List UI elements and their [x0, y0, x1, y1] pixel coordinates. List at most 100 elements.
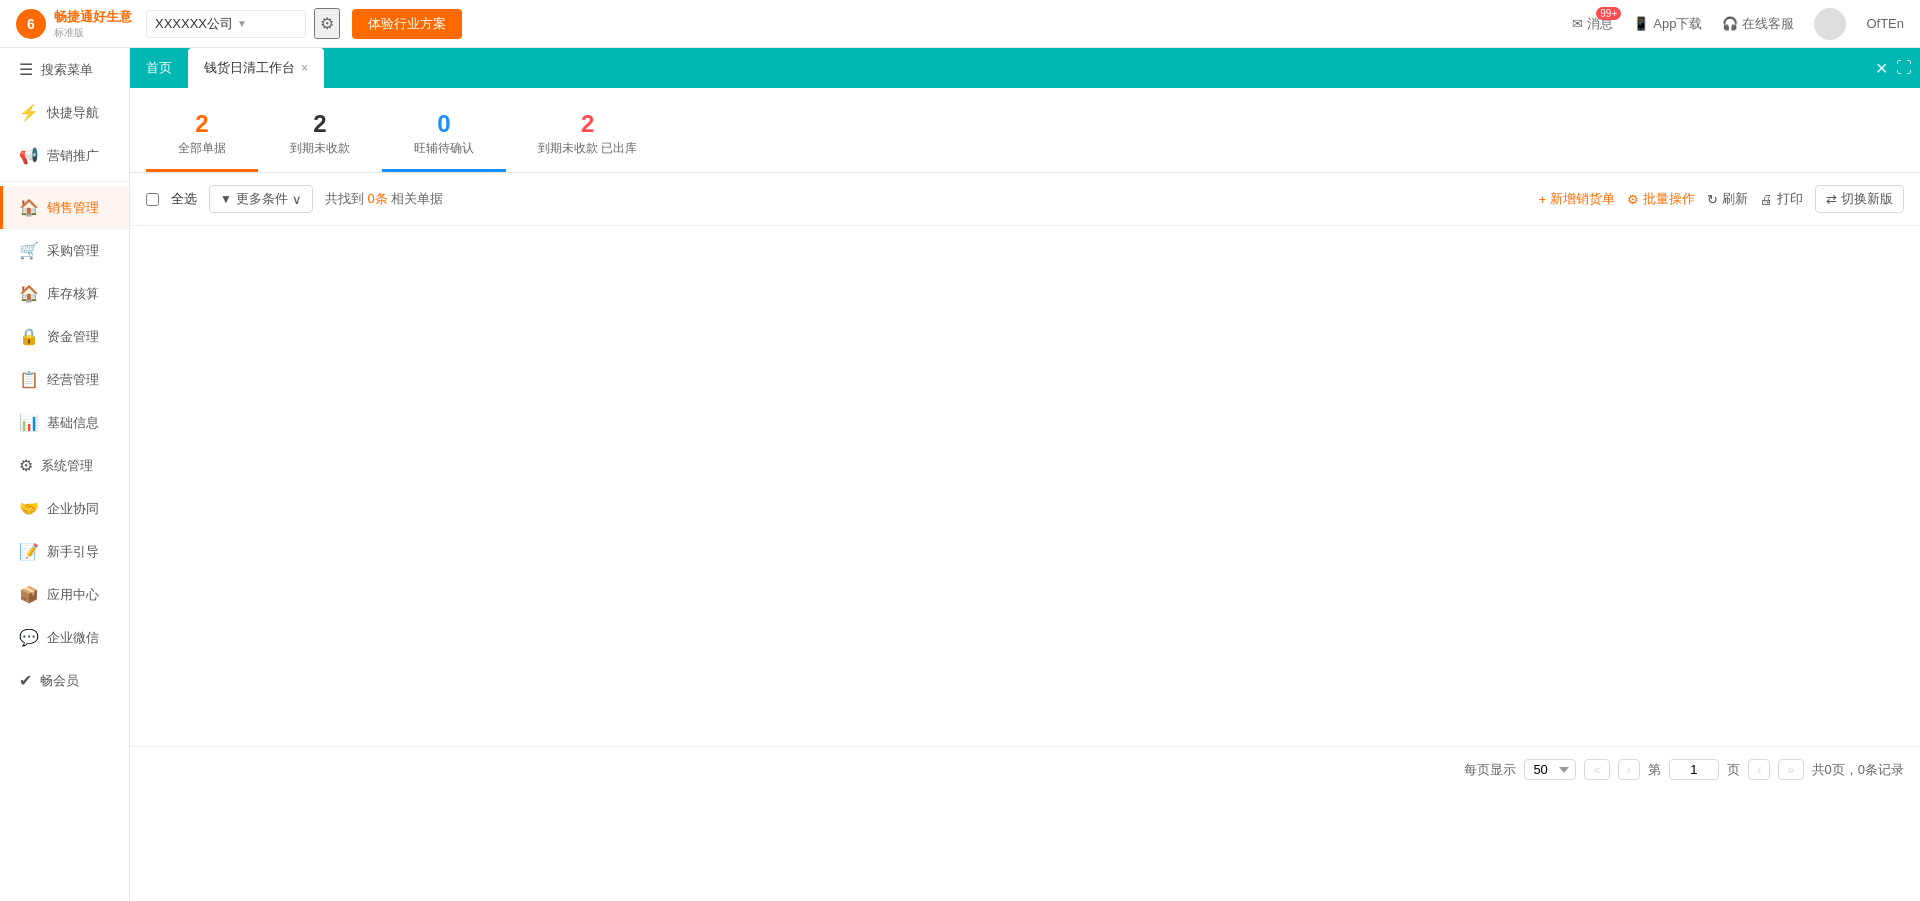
sidebar-item-quick-nav[interactable]: ⚡ 快捷导航 — [0, 91, 129, 134]
sidebar-item-cooperation[interactable]: 🤝 企业协同 — [0, 487, 129, 530]
online-service-btn[interactable]: 🎧 在线客服 — [1722, 15, 1794, 33]
batch-btn-label: 批量操作 — [1643, 190, 1695, 208]
total-text: 共0页，0条记录 — [1812, 761, 1904, 779]
stat-label-wangwang: 旺辅待确认 — [414, 140, 474, 157]
toolbar: 全选 ▼ 更多条件 ∨ 共找到 0条 相关单据 + 新增销货单 ⚙ 批量操作 — [130, 173, 1920, 226]
print-btn-label: 打印 — [1777, 190, 1803, 208]
sidebar: ☰ 搜索菜单 ⚡ 快捷导航 📢 营销推广 🏠 销售管理 🛒 采购管理 🏠 库存核… — [0, 48, 130, 901]
tab-close-icon[interactable]: × — [301, 61, 308, 75]
switch-version-button[interactable]: ⇄ 切换新版 — [1815, 185, 1904, 213]
company-selector[interactable]: XXXXXX公司 ▼ — [146, 10, 306, 38]
sidebar-label-member: 畅会员 — [40, 672, 79, 690]
sidebar-label-app-center: 应用中心 — [47, 586, 99, 604]
per-page-select[interactable]: 10 20 50 100 — [1524, 759, 1576, 780]
sales-icon: 🏠 — [19, 198, 39, 217]
select-all-checkbox[interactable] — [146, 193, 159, 206]
print-button[interactable]: 🖨 打印 — [1760, 190, 1803, 208]
stat-tab-overdue[interactable]: 2 到期未收款 — [258, 104, 382, 172]
sidebar-item-system[interactable]: ⚙ 系统管理 — [0, 444, 129, 487]
app-download-label: App下载 — [1653, 15, 1702, 33]
member-icon: ✔ — [19, 671, 32, 690]
page-number-input[interactable] — [1669, 759, 1719, 780]
app-download-btn[interactable]: 📱 App下载 — [1633, 15, 1702, 33]
message-btn[interactable]: ✉ 消息 99+ — [1572, 15, 1613, 33]
sidebar-label-sales: 销售管理 — [47, 199, 99, 217]
add-sales-order-button[interactable]: + 新增销货单 — [1538, 190, 1615, 208]
sidebar-item-sales[interactable]: 🏠 销售管理 — [0, 186, 129, 229]
basic-info-icon: 📊 — [19, 413, 39, 432]
last-page-button[interactable]: » — [1778, 759, 1803, 780]
stat-tab-all[interactable]: 2 全部单据 — [146, 104, 258, 172]
sidebar-item-finance[interactable]: 🔒 资金管理 — [0, 315, 129, 358]
phone-icon: 📱 — [1633, 16, 1649, 31]
add-icon: + — [1538, 192, 1546, 207]
stat-number-overdue-shipped: 2 — [581, 112, 594, 136]
sidebar-item-purchase[interactable]: 🛒 采购管理 — [0, 229, 129, 272]
sidebar-item-search[interactable]: ☰ 搜索菜单 — [0, 48, 129, 91]
stat-tab-wangwang[interactable]: 0 旺辅待确认 — [382, 104, 506, 172]
select-all-label: 全选 — [171, 190, 197, 208]
switch-btn-label: 切换新版 — [1841, 190, 1893, 208]
filter-button[interactable]: ▼ 更多条件 ∨ — [209, 185, 313, 213]
page-suffix: 页 — [1727, 761, 1740, 779]
trial-button[interactable]: 体验行业方案 — [352, 9, 462, 39]
tab-close-window-icon[interactable]: ✕ — [1875, 59, 1888, 78]
refresh-button[interactable]: ↻ 刷新 — [1707, 190, 1748, 208]
beginner-icon: 📝 — [19, 542, 39, 561]
page-label: 第 — [1648, 761, 1661, 779]
sidebar-item-member[interactable]: ✔ 畅会员 — [0, 659, 129, 702]
sidebar-label-system: 系统管理 — [41, 457, 93, 475]
add-btn-label: 新增销货单 — [1550, 190, 1615, 208]
stat-tab-overdue-shipped[interactable]: 2 到期未收款 已出库 — [506, 104, 669, 172]
operations-icon: 📋 — [19, 370, 39, 389]
message-icon: ✉ — [1572, 16, 1583, 31]
app-subtitle: 标准版 — [54, 26, 132, 40]
first-page-button[interactable]: « — [1584, 759, 1609, 780]
prev-page-button[interactable]: ‹ — [1618, 759, 1640, 780]
filter-chevron-icon: ∨ — [292, 192, 302, 207]
system-icon: ⚙ — [19, 456, 33, 475]
sidebar-label-operations: 经营管理 — [47, 371, 99, 389]
company-name: XXXXXX公司 — [155, 15, 233, 33]
sidebar-label-cooperation: 企业协同 — [47, 500, 99, 518]
filter-label: 更多条件 — [236, 190, 288, 208]
sidebar-item-operations[interactable]: 📋 经营管理 — [0, 358, 129, 401]
sidebar-item-wechat-biz[interactable]: 💬 企业微信 — [0, 616, 129, 659]
stat-label-all: 全部单据 — [178, 140, 226, 157]
sidebar-label-search: 搜索菜单 — [41, 61, 93, 79]
found-text: 共找到 0条 相关单据 — [325, 190, 443, 208]
sidebar-item-app-center[interactable]: 📦 应用中心 — [0, 573, 129, 616]
sidebar-item-inventory[interactable]: 🏠 库存核算 — [0, 272, 129, 315]
tab-work[interactable]: 钱货日清工作台 × — [188, 48, 324, 88]
next-page-button[interactable]: › — [1748, 759, 1770, 780]
avatar[interactable] — [1814, 8, 1846, 40]
stats-tabs: 2 全部单据 2 到期未收款 0 旺辅待确认 2 到期未收款 已出库 — [130, 88, 1920, 173]
tab-bar: 首页 钱货日清工作台 × ✕ ⛶ — [130, 48, 1920, 88]
sidebar-label-wechat-biz: 企业微信 — [47, 629, 99, 647]
wechat-icon: 💬 — [19, 628, 39, 647]
settings-button[interactable]: ⚙ — [314, 8, 340, 39]
logo-text-area: 畅捷通好生意 标准版 — [54, 8, 132, 40]
print-icon: 🖨 — [1760, 192, 1773, 207]
switch-icon: ⇄ — [1826, 192, 1837, 207]
stat-number-all: 2 — [195, 112, 208, 136]
refresh-icon: ↻ — [1707, 192, 1718, 207]
sidebar-item-marketing[interactable]: 📢 营销推广 — [0, 134, 129, 177]
user-name: OfTEn — [1866, 16, 1904, 31]
flash-icon: ⚡ — [19, 103, 39, 122]
tab-home[interactable]: 首页 — [130, 48, 188, 88]
app-title: 畅捷通好生意 — [54, 8, 132, 26]
sidebar-item-beginner[interactable]: 📝 新手引导 — [0, 530, 129, 573]
refresh-btn-label: 刷新 — [1722, 190, 1748, 208]
app-center-icon: 📦 — [19, 585, 39, 604]
batch-icon: ⚙ — [1627, 192, 1639, 207]
toolbar-right: + 新增销货单 ⚙ 批量操作 ↻ 刷新 🖨 打印 ⇄ 切换新版 — [1538, 185, 1904, 213]
tab-maximize-icon[interactable]: ⛶ — [1896, 59, 1912, 77]
stat-label-overdue-shipped: 到期未收款 已出库 — [538, 140, 637, 157]
stat-number-wangwang: 0 — [437, 112, 450, 136]
tab-home-label: 首页 — [146, 59, 172, 77]
batch-ops-button[interactable]: ⚙ 批量操作 — [1627, 190, 1695, 208]
sidebar-label-quick-nav: 快捷导航 — [47, 104, 99, 122]
sidebar-item-basic-info[interactable]: 📊 基础信息 — [0, 401, 129, 444]
finance-icon: 🔒 — [19, 327, 39, 346]
